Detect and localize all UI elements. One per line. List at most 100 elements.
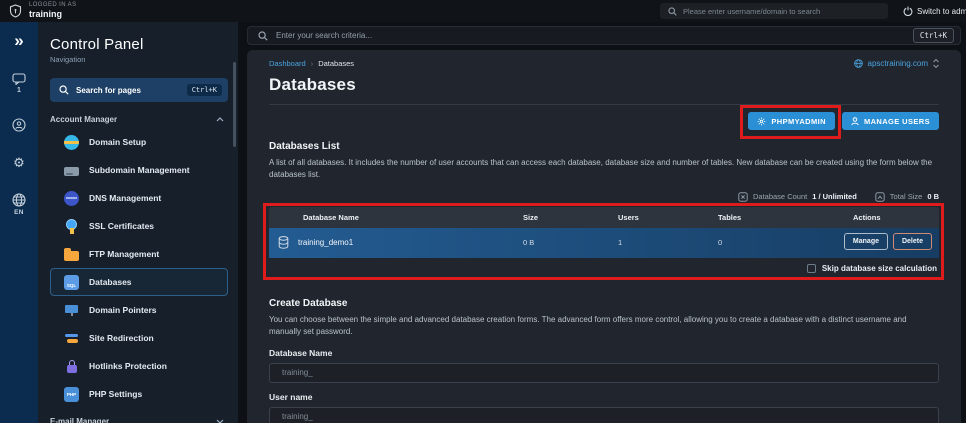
sidebar-search[interactable]: Search for pages Ctrl+K [50,78,228,102]
language-button[interactable]: EN [12,193,26,216]
user-search-input[interactable] [683,6,880,16]
sidebar-item-subdomain-management[interactable]: Subdomain Management [50,156,228,184]
table-header-row: Database Name Size Users Tables Actions [269,206,939,228]
search-icon [258,30,268,41]
notification-count: 1 [17,87,21,94]
ssl-certificate-icon [64,218,79,234]
total-size-icon [875,192,885,202]
manage-users-button[interactable]: MANAGE USERS [841,112,939,130]
sidebar-item-domain-setup[interactable]: Domain Setup [50,128,228,156]
php-icon: PHP [64,386,79,402]
sidebar-item-label: SSL Certificates [89,221,155,231]
breadcrumb-current: Databases [318,59,355,68]
account-button[interactable] [12,118,26,132]
sidebar-item-hotlinks-protection[interactable]: Hotlinks Protection [50,352,228,380]
database-count-stat: Database Count 1 / Unlimited [738,192,857,202]
search-icon [59,85,69,95]
sidebar-item-label: DNS Management [89,193,162,203]
settings-button[interactable]: ⚙ [13,156,25,169]
cell-users: 1 [618,238,623,248]
sidebar-item-label: Domain Pointers [89,305,157,315]
breadcrumb: Dashboard › Databases [269,59,354,68]
total-size-value: 0 B [927,192,939,202]
main-content: Ctrl+K Dashboard › Databases apsctrainin… [238,22,966,423]
logged-in-as-label: LOGGED IN AS [29,2,77,9]
database-count-icon [738,192,748,202]
sidebar-item-php-settings[interactable]: PHP PHP Settings [50,380,228,408]
database-stats: Database Count 1 / Unlimited Total Size … [269,192,939,202]
sidebar-search-shortcut: Ctrl+K [186,84,222,96]
sql-database-icon: SQL [64,274,79,290]
manage-button[interactable]: Manage [843,232,888,250]
cell-tables: 0 [718,238,723,248]
sidebar-item-ssl-certificates[interactable]: SSL Certificates [50,212,228,240]
header-users: Users [618,212,639,222]
header-tables: Tables [718,212,742,222]
content-search-bar[interactable]: Ctrl+K [247,26,961,45]
database-name-label: Database Name [269,347,333,358]
database-count-value: 1 / Unlimited [812,192,857,202]
dns-icon [64,190,79,206]
databases-list-title: Databases List [269,141,340,152]
sidebar: Control Panel Navigation Search for page… [38,22,238,423]
sidebar-item-label: Subdomain Management [89,165,190,175]
phpmyadmin-button[interactable]: PHPMYADMIN [740,105,841,139]
user-circle-icon [12,118,26,132]
globe-icon [12,193,26,207]
email-manager-label: E-mail Manager [50,417,110,423]
database-count-label: Database Count [753,192,808,202]
title-divider [269,104,939,105]
user-name-input[interactable] [270,407,938,423]
icon-rail: » 1 ⚙ EN [0,22,38,423]
sidebar-item-label: Hotlinks Protection [89,361,167,371]
create-database-title: Create Database [269,297,348,309]
user-name-field-group: User name [269,392,939,423]
notifications-button[interactable]: 1 [12,73,26,94]
sidebar-menu: Domain Setup Subdomain Management DNS Ma… [50,128,228,408]
section-account-manager[interactable]: Account Manager [50,115,228,124]
switch-to-admin-label: Switch to admin [917,6,966,16]
sidebar-title: Control Panel [50,36,144,53]
domain-selector[interactable]: apsctraining.com [853,59,939,68]
header-database-name: Database Name [303,212,359,222]
databases-list-description: A list of all databases. It includes the… [269,158,933,180]
switch-to-admin-button[interactable]: Switch to admin [903,0,966,22]
sidebar-item-dns-management[interactable]: DNS Management [50,184,228,212]
breadcrumb-dashboard[interactable]: Dashboard [269,59,306,68]
monitor-icon [64,303,79,318]
sidebar-item-label: Site Redirection [89,333,154,343]
table-row[interactable]: training_demo1 0 B 1 0 Manage Delete [269,227,939,258]
content-search-input[interactable] [276,31,905,40]
database-name-input[interactable] [270,363,938,382]
sidebar-item-domain-pointers[interactable]: Domain Pointers [50,296,228,324]
skip-size-row: Skip database size calculation [269,258,939,278]
sidebar-item-site-redirection[interactable]: Site Redirection [50,324,228,352]
gear-icon [757,117,766,126]
app-window: LOGGED IN AS training Switch to admin » … [0,0,966,423]
databases-table: Database Name Size Users Tables Actions … [269,206,939,258]
sidebar-item-label: FTP Management [89,249,160,259]
redirect-icon [64,331,79,346]
ftp-folder-icon [64,248,79,261]
skip-size-checkbox[interactable] [806,263,816,273]
gear-icon: ⚙ [13,155,25,170]
sidebar-subtitle: Navigation [50,55,86,64]
sidebar-scrollbar[interactable] [233,62,236,147]
directadmin-logo-icon[interactable]: » [14,32,23,49]
delete-button[interactable]: Delete [892,232,932,250]
user-name-label: User name [269,391,313,402]
sidebar-item-databases[interactable]: SQL Databases [50,268,228,296]
content-search-shortcut: Ctrl+K [912,28,954,43]
sidebar-item-ftp-management[interactable]: FTP Management [50,240,228,268]
section-email-manager[interactable]: E-mail Manager [50,417,228,423]
phpmyadmin-label: PHPMYADMIN [771,116,826,126]
databases-panel: Dashboard › Databases apsctraining.com D… [247,50,961,423]
create-database-description: You can choose between the simple and ad… [269,314,907,337]
skip-size-label: Skip database size calculation [821,263,937,273]
sidebar-item-label: Domain Setup [89,137,147,147]
manage-users-label: MANAGE USERS [863,116,930,126]
user-search-box[interactable] [660,3,888,19]
cell-size: 0 B [523,238,535,248]
breadcrumb-separator: › [310,59,314,68]
domain-selector-value: apsctraining.com [867,59,928,68]
